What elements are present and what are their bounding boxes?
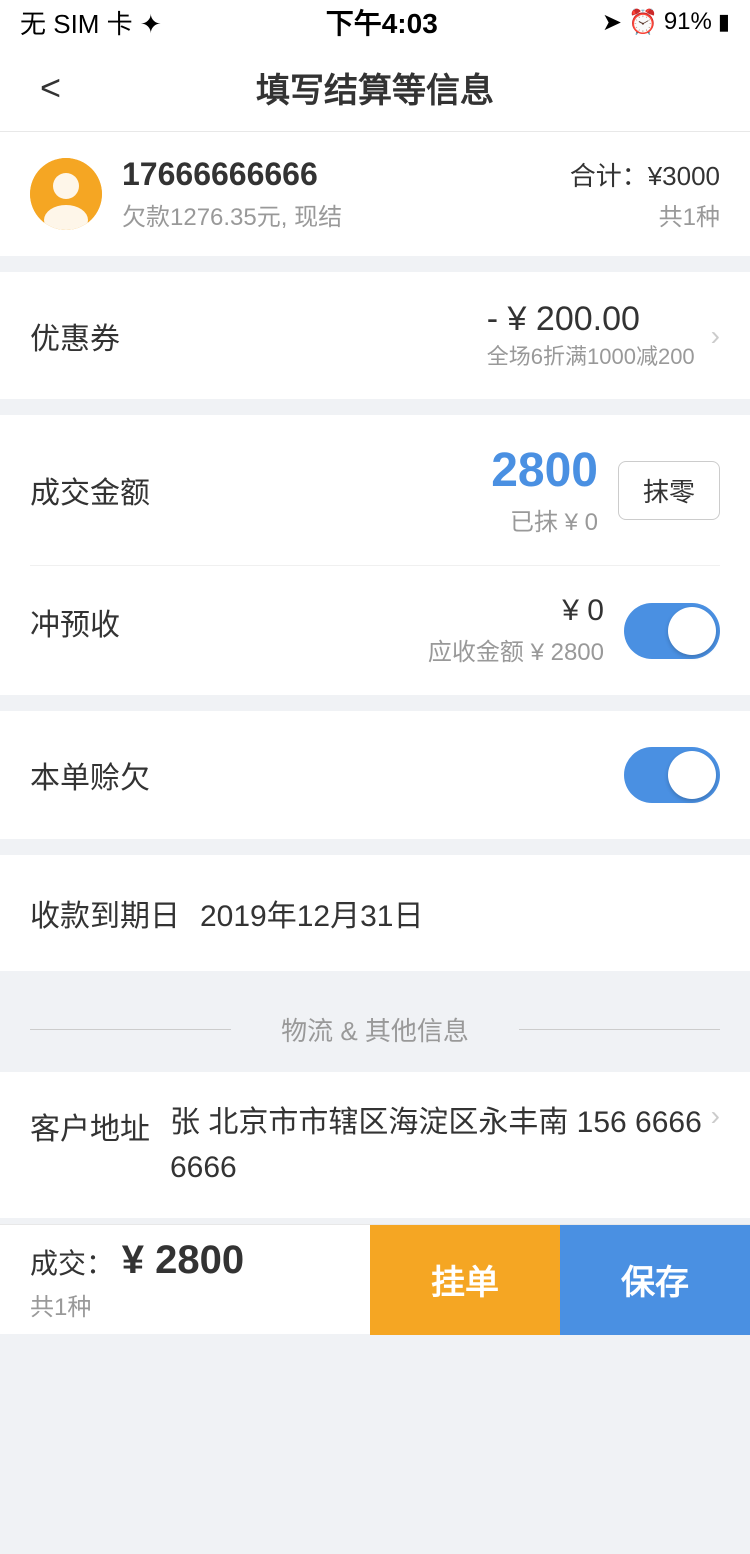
prepay-row: 冲预收 ¥ 0 应收金额 ¥ 2800 <box>0 566 750 695</box>
alarm-icon: ⏰ <box>628 8 658 37</box>
bottom-bar: 成交： ¥ 2800 共1种 挂单 保存 <box>0 1224 750 1334</box>
prepay-label: 冲预收 <box>30 594 120 644</box>
customer-debt: 欠款1276.35元, 现结 <box>122 197 342 232</box>
bottom-deal-label: 成交： <box>30 1248 114 1279</box>
sim-status: 无 SIM 卡 ✦ <box>20 4 162 41</box>
amount-right: 2800 已抹 ¥ 0 抹零 <box>491 443 720 537</box>
amount-label: 成交金额 <box>30 468 150 512</box>
address-chevron-icon: › <box>711 1100 720 1132</box>
prepay-toggle[interactable] <box>624 603 720 659</box>
customer-info-card: 17666666666 欠款1276.35元, 现结 合计：¥3000 共1种 <box>0 132 750 256</box>
bottom-count: 共1种 <box>30 1287 340 1322</box>
bottom-summary: 成交： ¥ 2800 共1种 <box>0 1238 370 1322</box>
total-amount: 合计：¥3000 <box>570 156 720 193</box>
duedate-row: 收款到期日 2019年12月31日 <box>0 855 750 971</box>
coupon-right: - ¥ 200.00 全场6折满1000减200 › <box>487 300 720 371</box>
divider-text: 物流 & 其他信息 <box>281 1011 469 1048</box>
coupon-discount: - ¥ 200.00 <box>487 300 695 339</box>
customer-phone: 17666666666 <box>122 156 342 193</box>
status-bar: 无 SIM 卡 ✦ 下午4:03 ➤ ⏰ 91% ▮ <box>0 0 750 44</box>
total-count: 共1种 <box>570 197 720 232</box>
back-button[interactable]: < <box>30 57 71 119</box>
status-left: 无 SIM 卡 ✦ <box>20 4 162 41</box>
avatar <box>30 158 102 230</box>
divider-line-left <box>30 1029 231 1030</box>
divider-line-right <box>519 1029 720 1030</box>
prepay-amount: ¥ 0 <box>428 594 604 628</box>
location-icon: ➤ <box>602 8 622 37</box>
customer-details: 17666666666 欠款1276.35元, 现结 <box>122 156 342 232</box>
coupon-description: 全场6折满1000减200 <box>487 339 695 371</box>
address-row[interactable]: 客户地址 张 北京市市辖区海淀区永丰南 156 6666 6666 › <box>0 1072 750 1218</box>
address-label: 客户地址 <box>30 1100 150 1148</box>
duedate-value: 2019年12月31日 <box>200 891 423 935</box>
debit-row: 本单赊欠 <box>0 711 750 839</box>
address-value: 张 北京市市辖区海淀区永丰南 156 6666 6666 <box>170 1100 711 1190</box>
prepay-receivable: 应收金额 ¥ 2800 <box>428 632 604 667</box>
coupon-label: 优惠券 <box>30 314 120 358</box>
toggle-knob <box>668 607 716 655</box>
debit-toggle-knob <box>668 751 716 799</box>
page-title: 填写结算等信息 <box>256 63 494 112</box>
prepay-right: ¥ 0 应收金额 ¥ 2800 <box>428 594 720 667</box>
battery-icon: ▮ <box>718 9 730 35</box>
duedate-label: 收款到期日 <box>30 891 180 935</box>
round-button[interactable]: 抹零 <box>618 461 720 520</box>
battery-text: 91% <box>664 8 712 36</box>
customer-total: 合计：¥3000 共1种 <box>570 156 720 232</box>
amount-section: 成交金额 2800 已抹 ¥ 0 抹零 冲预收 ¥ 0 应收金额 ¥ 2800 <box>0 415 750 695</box>
amount-value: 2800 <box>491 443 598 498</box>
customer-left: 17666666666 欠款1276.35元, 现结 <box>30 156 342 232</box>
chevron-right-icon: › <box>711 320 720 352</box>
save-button[interactable]: 保存 <box>560 1225 750 1335</box>
logistics-divider: 物流 & 其他信息 <box>0 987 750 1072</box>
bottom-deal-row: 成交： ¥ 2800 <box>30 1238 340 1283</box>
amount-sub: 已抹 ¥ 0 <box>491 502 598 537</box>
nav-bar: < 填写结算等信息 <box>0 44 750 132</box>
bottom-deal-amount: ¥ 2800 <box>122 1238 244 1282</box>
debit-label: 本单赊欠 <box>30 753 150 797</box>
coupon-row[interactable]: 优惠券 - ¥ 200.00 全场6折满1000减200 › <box>0 272 750 399</box>
pending-button[interactable]: 挂单 <box>370 1225 560 1335</box>
debit-toggle[interactable] <box>624 747 720 803</box>
main-content: 17666666666 欠款1276.35元, 现结 合计：¥3000 共1种 … <box>0 132 750 1554</box>
prepay-values: ¥ 0 应收金额 ¥ 2800 <box>428 594 604 667</box>
status-right: ➤ ⏰ 91% ▮ <box>602 8 730 37</box>
status-time: 下午4:03 <box>326 2 438 42</box>
amount-row: 成交金额 2800 已抹 ¥ 0 抹零 <box>0 415 750 565</box>
